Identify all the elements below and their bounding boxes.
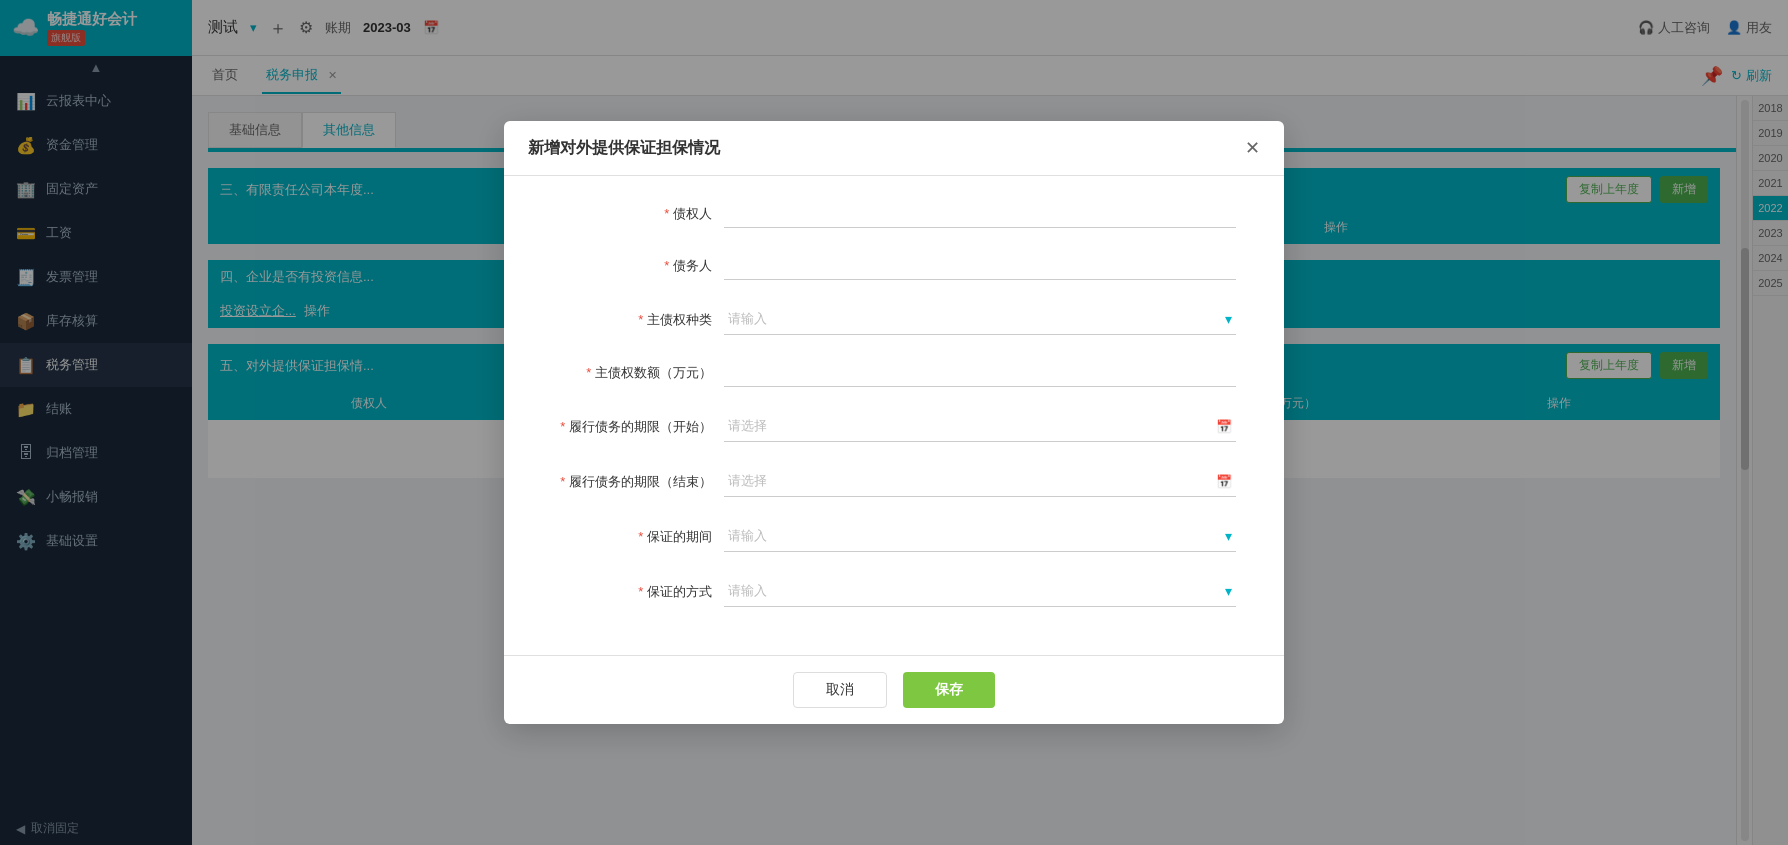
guarantee-period-select[interactable]: 请输入 ▾ (724, 521, 1236, 552)
claim-type-label-text: 主债权种类 (647, 312, 712, 327)
required-mark: * (560, 419, 565, 434)
guarantee-period-label: * 保证的期间 (552, 528, 712, 546)
modal-header: 新增对外提供保证担保情况 ✕ (504, 121, 1284, 176)
debtor-input[interactable] (724, 252, 1236, 280)
modal-body: * 债权人 * 债务人 * 主债权种类 请输入 (504, 176, 1284, 655)
modal-close-button[interactable]: ✕ (1245, 137, 1260, 159)
period-start-calendar-icon: 📅 (1216, 419, 1232, 434)
guarantee-method-select[interactable]: 请输入 ▾ (724, 576, 1236, 607)
form-row-debtor: * 债务人 (552, 252, 1236, 280)
debtor-label: * 债务人 (552, 257, 712, 275)
required-mark: * (664, 258, 669, 273)
modal-title: 新增对外提供保证担保情况 (528, 138, 720, 159)
period-start-placeholder: 请选择 (728, 417, 1216, 435)
period-end-label-text: 履行债务的期限（结束） (569, 474, 712, 489)
guarantee-period-placeholder: 请输入 (728, 527, 1225, 545)
creditor-input[interactable] (724, 200, 1236, 228)
debtor-label-text: 债务人 (673, 258, 712, 273)
period-end-datepicker[interactable]: 请选择 📅 (724, 466, 1236, 497)
guarantee-method-label: * 保证的方式 (552, 583, 712, 601)
claim-type-placeholder: 请输入 (728, 310, 1225, 328)
creditor-label-text: 债权人 (673, 206, 712, 221)
form-row-creditor: * 债权人 (552, 200, 1236, 228)
claim-amount-label-text: 主债权数额（万元） (595, 365, 712, 380)
guarantee-period-label-text: 保证的期间 (647, 529, 712, 544)
form-row-claim-type: * 主债权种类 请输入 ▾ (552, 304, 1236, 335)
period-end-placeholder: 请选择 (728, 472, 1216, 490)
required-mark: * (664, 206, 669, 221)
form-row-period-start: * 履行债务的期限（开始） 请选择 📅 (552, 411, 1236, 442)
claim-amount-label: * 主债权数额（万元） (552, 364, 712, 382)
claim-type-select[interactable]: 请输入 ▾ (724, 304, 1236, 335)
claim-type-label: * 主债权种类 (552, 311, 712, 329)
required-mark: * (638, 529, 643, 544)
required-mark: * (560, 474, 565, 489)
modal-backdrop: 新增对外提供保证担保情况 ✕ * 债权人 * 债务人 (0, 0, 1788, 845)
period-start-label: * 履行债务的期限（开始） (552, 418, 712, 436)
form-row-claim-amount: * 主债权数额（万元） (552, 359, 1236, 387)
guarantee-method-placeholder: 请输入 (728, 582, 1225, 600)
guarantee-period-chevron-icon: ▾ (1225, 528, 1232, 544)
period-start-label-text: 履行债务的期限（开始） (569, 419, 712, 434)
required-mark: * (638, 312, 643, 327)
required-mark: * (638, 584, 643, 599)
period-start-datepicker[interactable]: 请选择 📅 (724, 411, 1236, 442)
save-button[interactable]: 保存 (903, 672, 995, 708)
claim-amount-input[interactable] (724, 359, 1236, 387)
cancel-button[interactable]: 取消 (793, 672, 887, 708)
form-row-guarantee-period: * 保证的期间 请输入 ▾ (552, 521, 1236, 552)
guarantee-method-label-text: 保证的方式 (647, 584, 712, 599)
form-row-guarantee-method: * 保证的方式 请输入 ▾ (552, 576, 1236, 607)
modal-dialog: 新增对外提供保证担保情况 ✕ * 债权人 * 债务人 (504, 121, 1284, 724)
creditor-label: * 债权人 (552, 205, 712, 223)
claim-type-chevron-icon: ▾ (1225, 311, 1232, 327)
form-row-period-end: * 履行债务的期限（结束） 请选择 📅 (552, 466, 1236, 497)
period-end-label: * 履行债务的期限（结束） (552, 473, 712, 491)
guarantee-method-chevron-icon: ▾ (1225, 583, 1232, 599)
period-end-calendar-icon: 📅 (1216, 474, 1232, 489)
modal-footer: 取消 保存 (504, 655, 1284, 724)
required-mark: * (586, 365, 591, 380)
